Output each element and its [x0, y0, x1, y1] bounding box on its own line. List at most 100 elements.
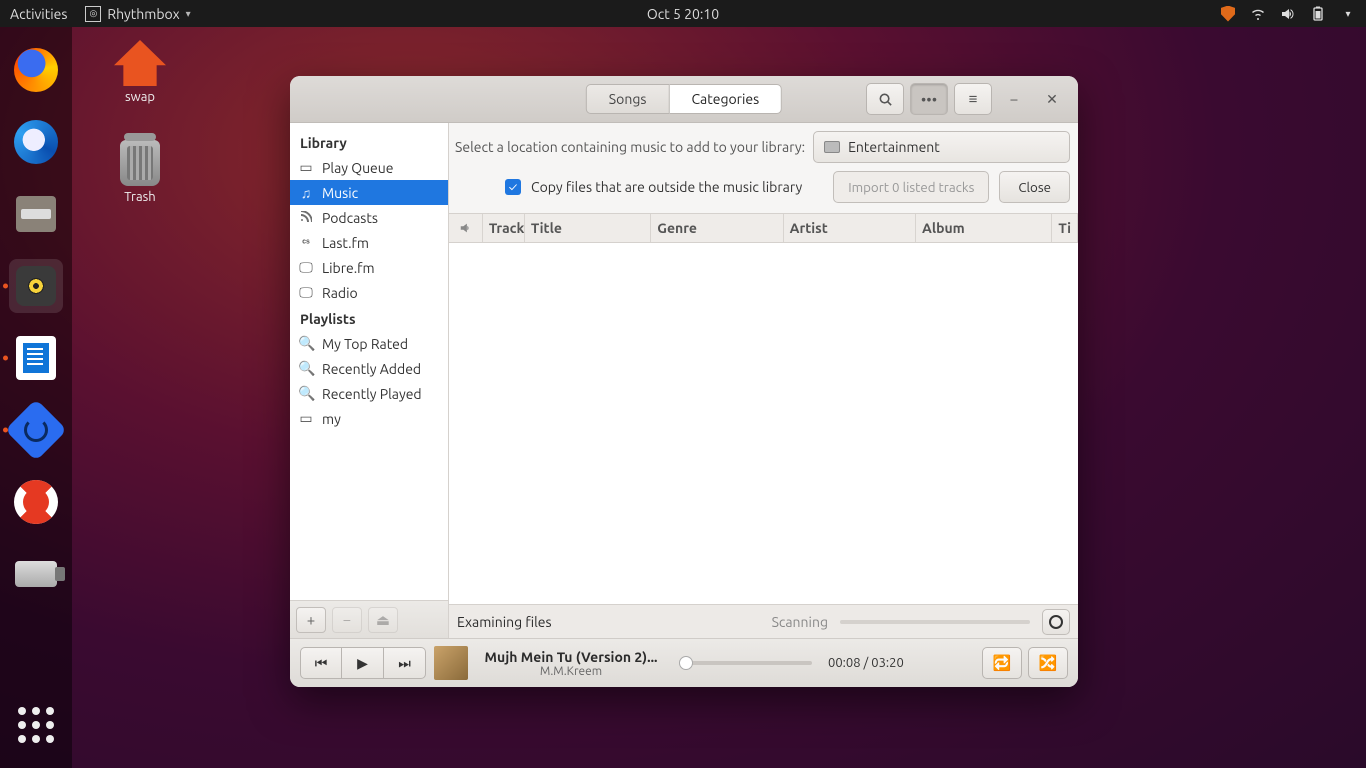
dock-software[interactable] — [9, 403, 63, 457]
scan-progress-bar — [840, 620, 1030, 624]
main-panel: Select a location containing music to ad… — [449, 123, 1078, 638]
column-header-title[interactable]: Title — [525, 214, 651, 242]
sidebar-item-lastfm[interactable]: ᶜˢLast.fm — [290, 230, 448, 255]
activities-button[interactable]: Activities — [10, 6, 67, 22]
ellipsis-icon: ••• — [921, 91, 937, 108]
minus-icon: − — [343, 611, 351, 628]
sidebar-item-recently-played[interactable]: 🔍Recently Played — [290, 381, 448, 406]
now-playing-meta: Mujh Mein Tu (Version 2)... M.M.Kreem — [476, 649, 666, 678]
rhythmbox-window: Songs Categories ••• ≡ – ✕ Library ▭Play… — [290, 76, 1078, 687]
plus-icon: + — [307, 611, 315, 628]
eject-button[interactable]: ⏏ — [368, 607, 398, 633]
tab-songs[interactable]: Songs — [586, 84, 670, 114]
track-list[interactable] — [449, 243, 1078, 604]
column-header-time[interactable]: Ti — [1052, 214, 1078, 242]
lifebuoy-icon — [14, 480, 58, 524]
repeat-icon: 🔁 — [993, 654, 1012, 672]
add-playlist-button[interactable]: + — [296, 607, 326, 633]
minimize-icon: – — [1011, 91, 1018, 107]
copy-files-label: Copy files that are outside the music li… — [531, 179, 802, 195]
search-icon — [878, 92, 893, 107]
skip-next-icon: ⏭ — [398, 655, 411, 672]
document-icon: ▭ — [298, 410, 314, 427]
battery-icon[interactable] — [1310, 6, 1326, 22]
more-options-button[interactable]: ••• — [910, 83, 948, 115]
next-track-button[interactable]: ⏭ — [384, 647, 426, 679]
import-tracks-button[interactable]: Import 0 listed tracks — [833, 171, 989, 203]
playback-time: 00:08 / 03:20 — [828, 656, 912, 670]
show-applications-button[interactable] — [9, 698, 63, 752]
wifi-icon[interactable] — [1250, 6, 1266, 22]
sidebar-header-library: Library — [290, 129, 448, 155]
desktop-item-label: swap — [100, 90, 180, 104]
column-header-track[interactable]: Track — [483, 214, 525, 242]
column-header-album[interactable]: Album — [916, 214, 1052, 242]
chevron-down-icon[interactable]: ▾ — [1340, 6, 1356, 22]
document-icon: ▭ — [298, 159, 314, 176]
column-header-genre[interactable]: Genre — [651, 214, 783, 242]
copy-files-checkbox[interactable]: ✓ — [505, 179, 521, 195]
dock-thunderbird[interactable] — [9, 115, 63, 169]
play-button[interactable]: ▶ — [342, 647, 384, 679]
album-art — [434, 646, 468, 680]
sidebar-item-recently-added[interactable]: 🔍Recently Added — [290, 356, 448, 381]
import-location-chooser[interactable]: Entertainment — [813, 131, 1070, 163]
column-header-artist[interactable]: Artist — [784, 214, 916, 242]
dock-files[interactable] — [9, 187, 63, 241]
search-icon: 🔍 — [298, 385, 314, 402]
sidebar-item-music[interactable]: ♫Music — [290, 180, 448, 205]
import-prompt: Select a location containing music to ad… — [455, 139, 805, 155]
sidebar-item-top-rated[interactable]: 🔍My Top Rated — [290, 331, 448, 356]
tab-categories[interactable]: Categories — [669, 84, 782, 114]
thunderbird-icon — [14, 120, 58, 164]
dock-libreoffice-writer[interactable] — [9, 331, 63, 385]
dock-help[interactable] — [9, 475, 63, 529]
dock-rhythmbox[interactable] — [9, 259, 63, 313]
app-menu-label: Rhythmbox — [107, 6, 179, 22]
column-header-playing[interactable] — [453, 214, 483, 242]
sidebar-toolbar: + − ⏏ — [290, 600, 448, 638]
home-folder-icon — [114, 40, 166, 86]
track-list-header: Track Title Genre Artist Album Ti — [449, 213, 1078, 243]
window-minimize-button[interactable]: – — [998, 83, 1030, 115]
shield-icon[interactable] — [1220, 6, 1236, 22]
repeat-button[interactable]: 🔁 — [982, 647, 1022, 679]
window-close-button[interactable]: ✕ — [1036, 83, 1068, 115]
seek-slider[interactable] — [682, 661, 812, 665]
stop-scan-button[interactable] — [1042, 609, 1070, 635]
sidebar-item-play-queue[interactable]: ▭Play Queue — [290, 155, 448, 180]
sidebar-item-radio[interactable]: 🖵Radio — [290, 280, 448, 305]
search-icon: 🔍 — [298, 360, 314, 377]
sidebar-item-librefm[interactable]: 🖵Libre.fm — [290, 255, 448, 280]
library-sidebar: Library ▭Play Queue ♫Music Podcasts ᶜˢLa… — [290, 123, 449, 638]
sidebar-item-my[interactable]: ▭my — [290, 406, 448, 431]
shuffle-icon: 🔀 — [1039, 654, 1058, 672]
dock-firefox[interactable] — [9, 43, 63, 97]
shuffle-button[interactable]: 🔀 — [1028, 647, 1068, 679]
sidebar-header-playlists: Playlists — [290, 305, 448, 331]
seek-knob[interactable] — [679, 656, 693, 670]
drive-icon — [824, 141, 840, 153]
desktop-item-swap[interactable]: swap — [100, 40, 180, 104]
sidebar-item-podcasts[interactable]: Podcasts — [290, 205, 448, 230]
previous-track-button[interactable]: ⏮ — [300, 647, 342, 679]
remove-playlist-button[interactable]: − — [332, 607, 362, 633]
chevron-down-icon: ▾ — [186, 8, 191, 20]
files-icon — [16, 196, 56, 232]
eject-icon: ⏏ — [376, 611, 390, 629]
search-button[interactable] — [866, 83, 904, 115]
clock[interactable]: Oct 5 20:10 — [647, 6, 719, 22]
rhythmbox-icon — [16, 266, 56, 306]
monitor-icon: 🖵 — [298, 259, 314, 276]
window-titlebar[interactable]: Songs Categories ••• ≡ – ✕ — [290, 76, 1078, 123]
monitor-icon: 🖵 — [298, 284, 314, 301]
desktop-item-trash[interactable]: Trash — [100, 140, 180, 204]
scanning-label: Scanning — [772, 614, 828, 630]
app-menu[interactable]: ◎ Rhythmbox ▾ — [85, 6, 190, 22]
now-playing-artist: M.M.Kreem — [476, 665, 666, 678]
close-import-button[interactable]: Close — [999, 171, 1070, 203]
speaker-icon — [459, 221, 473, 235]
dock-external-drive[interactable] — [9, 547, 63, 601]
app-menu-button[interactable]: ≡ — [954, 83, 992, 115]
volume-icon[interactable] — [1280, 6, 1296, 22]
